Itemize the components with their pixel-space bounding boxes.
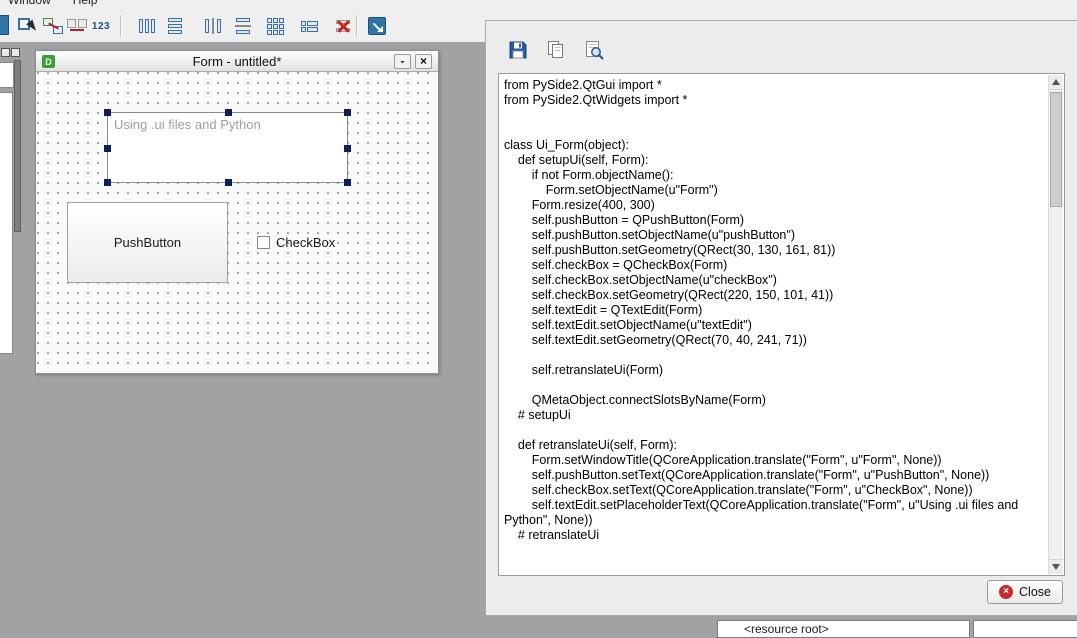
scrollbar-thumb[interactable] bbox=[1050, 92, 1062, 207]
form-window-titlebar[interactable]: D Form - untitled* - × bbox=[36, 51, 438, 72]
toolbar-separator bbox=[120, 15, 122, 37]
checkbox-widget[interactable]: CheckBox bbox=[257, 222, 358, 263]
close-circle-icon: × bbox=[999, 585, 1013, 599]
layout-vertical-splitter-button[interactable] bbox=[230, 13, 256, 39]
buddies-icon bbox=[65, 14, 89, 38]
break-layout-icon bbox=[331, 14, 355, 38]
adjust-size-button[interactable] bbox=[364, 13, 390, 39]
resource-side-panel bbox=[973, 620, 1077, 638]
grid-layout-icon bbox=[263, 14, 287, 38]
layout-horizontal-button[interactable] bbox=[134, 13, 160, 39]
form-window-icon: D bbox=[42, 55, 55, 68]
form-canvas[interactable]: Using .ui files and Python PushButton Ch… bbox=[37, 72, 437, 372]
widgetbox-panel-edge bbox=[0, 92, 13, 354]
copy-icon bbox=[546, 40, 566, 60]
form-window-title: Form - untitled* bbox=[36, 54, 438, 69]
resource-root-item[interactable]: <resource root> bbox=[717, 620, 970, 638]
left-scrollbar[interactable] bbox=[14, 60, 21, 232]
layout-vertical-icon bbox=[163, 14, 187, 38]
vertical-splitter-icon bbox=[231, 14, 255, 38]
dock-float-button[interactable] bbox=[1, 48, 10, 57]
up-arrow-icon bbox=[1052, 79, 1060, 85]
signals-slots-icon bbox=[41, 14, 65, 38]
selection-handle[interactable] bbox=[344, 179, 351, 186]
find-icon bbox=[583, 40, 605, 60]
layout-vertical-button[interactable] bbox=[162, 13, 188, 39]
save-code-button[interactable] bbox=[504, 37, 532, 63]
qt-designer-screen: { "menubar": { "items": [ { "label": "Wi… bbox=[0, 0, 1077, 638]
generated-code-text: from PySide2.QtGui import * from PySide2… bbox=[499, 74, 1064, 547]
textedit-placeholder: Using .ui files and Python bbox=[108, 113, 347, 136]
edit-signals-slots-button[interactable] bbox=[40, 13, 66, 39]
menu-item-window[interactable]: Window bbox=[8, 0, 51, 7]
code-dialog-toolbar bbox=[504, 37, 608, 63]
selection-handle[interactable] bbox=[225, 179, 232, 186]
clipped-toolbar-icon[interactable] bbox=[0, 15, 9, 35]
selection-handle[interactable] bbox=[104, 145, 111, 152]
layout-horizontal-splitter-button[interactable] bbox=[200, 13, 226, 39]
widgetbox-filter-input[interactable] bbox=[0, 62, 14, 88]
selection-handle[interactable] bbox=[104, 109, 111, 116]
edit-buddies-button[interactable] bbox=[64, 13, 90, 39]
code-scrollbar[interactable] bbox=[1048, 75, 1063, 574]
textedit-widget[interactable]: Using .ui files and Python bbox=[107, 112, 348, 183]
down-arrow-icon bbox=[1052, 564, 1060, 570]
break-layout-button[interactable] bbox=[330, 13, 356, 39]
checkbox-label: CheckBox bbox=[276, 235, 335, 250]
copy-code-button[interactable] bbox=[542, 37, 570, 63]
edit-tab-order-button[interactable]: 123 bbox=[88, 13, 114, 39]
form-designer-window: D Form - untitled* - × Using .ui files a… bbox=[35, 50, 439, 374]
save-icon bbox=[508, 40, 528, 60]
adjust-size-icon bbox=[365, 14, 389, 38]
selection-handle[interactable] bbox=[344, 145, 351, 152]
menubar: Window Help bbox=[8, 0, 97, 7]
layout-grid-button[interactable] bbox=[262, 13, 288, 39]
pushbutton-widget[interactable]: PushButton bbox=[67, 202, 228, 283]
layout-form-button[interactable] bbox=[296, 13, 322, 39]
selection-handle[interactable] bbox=[344, 109, 351, 116]
code-view[interactable]: from PySide2.QtGui import * from PySide2… bbox=[498, 73, 1065, 576]
scroll-down-button[interactable] bbox=[1049, 559, 1063, 574]
checkbox-indicator[interactable] bbox=[257, 236, 270, 249]
layout-horizontal-icon bbox=[135, 14, 159, 38]
toolbar-separator bbox=[356, 15, 358, 37]
pushbutton-label: PushButton bbox=[114, 235, 181, 250]
selection-handle[interactable] bbox=[225, 109, 232, 116]
form-close-button[interactable]: × bbox=[415, 54, 432, 69]
code-preview-dialog: from PySide2.QtGui import * from PySide2… bbox=[485, 20, 1077, 616]
selection-handle[interactable] bbox=[104, 179, 111, 186]
find-in-code-button[interactable] bbox=[580, 37, 608, 63]
dialog-close-button[interactable]: × Close bbox=[987, 580, 1063, 604]
tab-order-icon: 123 bbox=[89, 14, 113, 38]
scroll-up-button[interactable] bbox=[1049, 75, 1063, 90]
menu-item-help[interactable]: Help bbox=[73, 0, 98, 7]
close-button-label: Close bbox=[1019, 585, 1051, 599]
dock-close-button[interactable] bbox=[11, 48, 20, 57]
edit-widgets-icon bbox=[15, 14, 39, 38]
form-layout-icon bbox=[297, 14, 321, 38]
edit-widgets-button[interactable] bbox=[14, 13, 40, 39]
resource-root-label: <resource root> bbox=[744, 622, 829, 636]
form-minimize-button[interactable]: - bbox=[394, 54, 411, 69]
horizontal-splitter-icon bbox=[201, 14, 225, 38]
